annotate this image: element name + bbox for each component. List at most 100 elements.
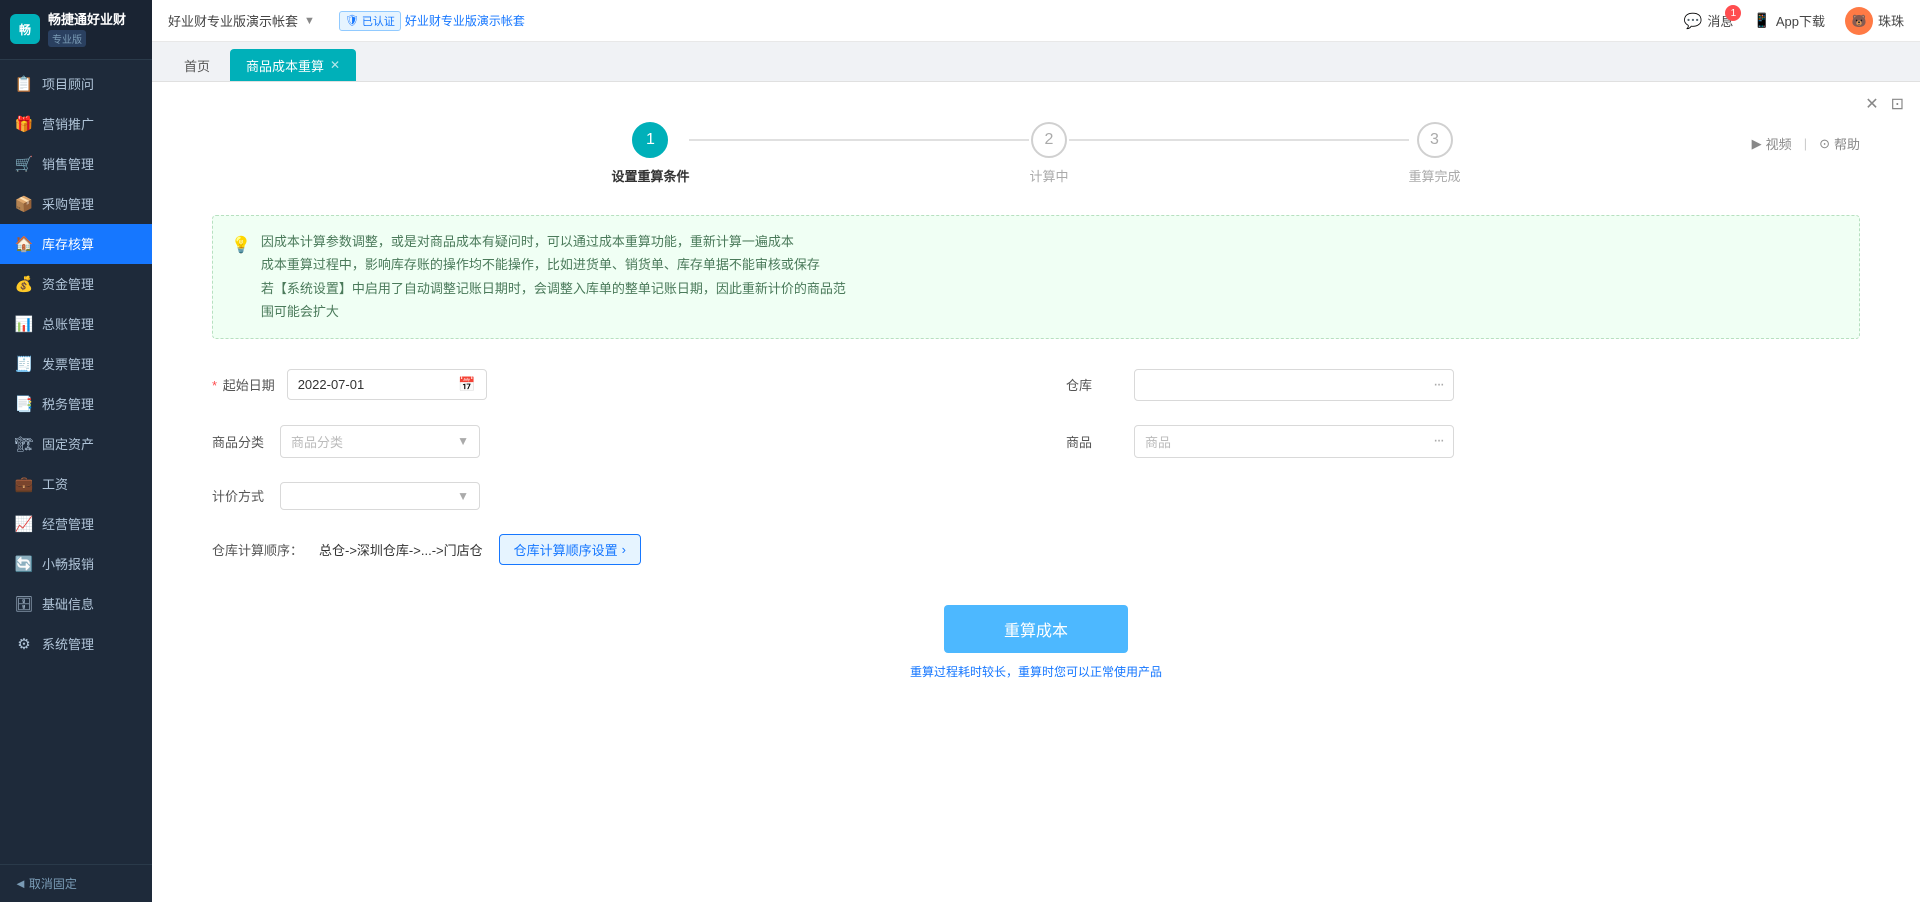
sidebar-nav: 📋 项目顾问 🎁 营销推广 🛒 销售管理 📦 采购管理 🏠 库存核算 💰 资金管… — [0, 60, 152, 864]
close-window-button[interactable]: ✕ — [1865, 94, 1878, 114]
topbar-right: 💬 消息 1 📱 App下载 🐻 珠珠 — [1684, 7, 1904, 35]
form-row-2: 商品分类 商品分类 ▼ 商品 商品 ··· — [212, 425, 1860, 458]
caigou-icon: 📦 — [14, 194, 34, 214]
sidebar-item-xiaoshou[interactable]: 🛒 销售管理 — [0, 144, 152, 184]
warehouse-label: 仓库 — [1066, 375, 1122, 394]
tab-home[interactable]: 首页 — [168, 49, 226, 81]
info-line3: 若【系统设置】中启用了自动调整记账日期时，会调整入库单的整单记账日期，因此重新计… — [261, 277, 846, 300]
sidebar-item-jichu[interactable]: 🗄 基础信息 — [0, 584, 152, 624]
app-download-label: App下载 — [1776, 11, 1825, 30]
start-date-input[interactable]: 2022-07-01 📅 — [287, 369, 487, 400]
shield-icon: 🛡 — [345, 14, 359, 27]
warehouse-order-value: 总仓->深圳仓库->...->门店仓 — [319, 540, 483, 559]
info-line4: 围可能会扩大 — [261, 300, 846, 323]
shuiwu-icon: 📑 — [14, 394, 34, 414]
warehouse-group: 仓库 ··· — [1066, 369, 1860, 401]
sidebar-label-jingying: 经营管理 — [42, 514, 94, 533]
message-action[interactable]: 💬 消息 1 — [1684, 11, 1734, 30]
sidebar-label-caigou: 采购管理 — [42, 194, 94, 213]
xiangmu-icon: 📋 — [14, 74, 34, 94]
form-row-1: * 起始日期 2022-07-01 📅 仓库 ··· — [212, 369, 1860, 401]
info-bulb-icon: 💡 — [231, 232, 251, 324]
start-date-group: * 起始日期 2022-07-01 📅 — [212, 369, 1006, 400]
pricing-select[interactable]: ▼ — [280, 482, 480, 510]
user-name: 珠珠 — [1878, 11, 1904, 30]
topbar-account[interactable]: 好业财专业版演示帐套 ▼ — [168, 11, 315, 30]
product-group: 商品 商品 ··· — [1066, 425, 1860, 458]
sidebar-item-gudingzichan[interactable]: 🏗 固定资产 — [0, 424, 152, 464]
step-3: 3 重算完成 — [1409, 122, 1461, 185]
sidebar-item-caigou[interactable]: 📦 采购管理 — [0, 184, 152, 224]
step-3-circle: 3 — [1417, 122, 1453, 158]
recalc-button[interactable]: 重算成本 — [944, 605, 1128, 653]
xitong-icon: ⚙ — [14, 634, 34, 654]
sidebar-item-zongzhang[interactable]: 📊 总账管理 — [0, 304, 152, 344]
info-line2: 成本重算过程中，影响库存账的操作均不能操作，比如进货单、销货单、库存单据不能审核… — [261, 253, 846, 276]
start-date-value: 2022-07-01 — [298, 377, 365, 392]
tab-recalc-label: 商品成本重算 — [246, 56, 324, 75]
zongzhang-icon: 📊 — [14, 314, 34, 334]
warehouse-input[interactable]: ··· — [1134, 369, 1454, 401]
avatar: 🐻 — [1845, 7, 1873, 35]
info-line1: 因成本计算参数调整，或是对商品成本有疑问时，可以通过成本重算功能，重新计算一遍成… — [261, 230, 846, 253]
required-star: * — [212, 378, 217, 393]
step-line-1 — [689, 139, 1029, 141]
sidebar-item-fapiao[interactable]: 🧾 发票管理 — [0, 344, 152, 384]
app-title: 畅捷通好业财 — [48, 12, 126, 28]
pricing-chevron-icon: ▼ — [457, 489, 469, 503]
warehouse-order-setting-button[interactable]: 仓库计算顺序设置 › — [499, 534, 641, 565]
verified-badge: 🛡 已认证 — [339, 11, 401, 31]
app-title-block: 畅捷通好业财 专业版 — [48, 12, 126, 47]
sidebar-footer[interactable]: ◄ 取消固定 — [0, 864, 152, 902]
phone-icon: 📱 — [1753, 12, 1770, 29]
form-row-3: 计价方式 ▼ — [212, 482, 1860, 510]
sidebar-item-gongzi[interactable]: 💼 工资 — [0, 464, 152, 504]
step-2: 2 计算中 — [1029, 122, 1068, 185]
step-1: 1 设置重算条件 — [611, 122, 689, 185]
sidebar-label-xiangmu: 项目顾问 — [42, 74, 94, 93]
tab-close-icon[interactable]: ✕ — [330, 58, 340, 72]
sidebar-label-gongzi: 工资 — [42, 474, 68, 493]
sidebar-item-baoxiao[interactable]: 🔄 小畅报销 — [0, 544, 152, 584]
sidebar-item-shuiwu[interactable]: 📑 税务管理 — [0, 384, 152, 424]
category-placeholder: 商品分类 — [291, 432, 343, 451]
tab-recalc[interactable]: 商品成本重算 ✕ — [230, 49, 356, 81]
recalc-button-label: 重算成本 — [1004, 623, 1068, 640]
warehouse-order-label: 仓库计算顺序： — [212, 540, 303, 559]
pricing-label: 计价方式 — [212, 486, 268, 505]
step-2-circle: 2 — [1031, 122, 1067, 158]
baoxiao-icon: 🔄 — [14, 554, 34, 574]
kucun-icon: 🏠 — [14, 234, 34, 254]
message-badge: 1 — [1725, 5, 1741, 21]
product-placeholder: 商品 — [1145, 432, 1171, 451]
sidebar-label-kucun: 库存核算 — [42, 234, 94, 253]
start-date-label: * 起始日期 — [212, 375, 275, 394]
sidebar-item-kucun[interactable]: 🏠 库存核算 — [0, 224, 152, 264]
sidebar-item-yingxiao[interactable]: 🎁 营销推广 — [0, 104, 152, 144]
fapiao-icon: 🧾 — [14, 354, 34, 374]
sidebar-item-zijin[interactable]: 💰 资金管理 — [0, 264, 152, 304]
sidebar-footer-label: 取消固定 — [29, 875, 77, 892]
video-link[interactable]: ▶ 视频 — [1752, 134, 1792, 153]
app-subtitle: 专业版 — [48, 30, 86, 47]
calendar-icon: 📅 — [458, 376, 475, 393]
help-icon: ⊙ — [1819, 136, 1830, 152]
sidebar: 畅 畅捷通好业财 专业版 📋 项目顾问 🎁 营销推广 🛒 销售管理 📦 采购管理… — [0, 0, 152, 902]
sidebar-label-jichu: 基础信息 — [42, 594, 94, 613]
sidebar-label-xiaoshou: 销售管理 — [42, 154, 94, 173]
category-select[interactable]: 商品分类 ▼ — [280, 425, 480, 458]
sidebar-item-xitong[interactable]: ⚙ 系统管理 — [0, 624, 152, 664]
step-wizard: 1 设置重算条件 2 计算中 3 重算完成 — [152, 82, 1920, 205]
recalc-hint: 重算过程耗时较长，重算时您可以正常使用产品 — [910, 663, 1162, 680]
step-1-circle: 1 — [632, 122, 668, 158]
main-area: 好业财专业版演示帐套 ▼ 🛡 已认证 好业财专业版演示帐套 💬 消息 1 📱 A… — [152, 0, 1920, 902]
category-label: 商品分类 — [212, 432, 268, 451]
sidebar-item-xiangmu[interactable]: 📋 项目顾问 — [0, 64, 152, 104]
warehouse-order-row: 仓库计算顺序： 总仓->深圳仓库->...->门店仓 仓库计算顺序设置 › — [152, 534, 1920, 565]
help-link[interactable]: ⊙ 帮助 — [1819, 134, 1860, 153]
expand-window-button[interactable]: ⊡ — [1891, 94, 1904, 114]
sidebar-item-jingying[interactable]: 📈 经营管理 — [0, 504, 152, 544]
app-download-action[interactable]: 📱 App下载 — [1753, 11, 1825, 30]
product-input[interactable]: 商品 ··· — [1134, 425, 1454, 458]
user-avatar-action[interactable]: 🐻 珠珠 — [1845, 7, 1904, 35]
